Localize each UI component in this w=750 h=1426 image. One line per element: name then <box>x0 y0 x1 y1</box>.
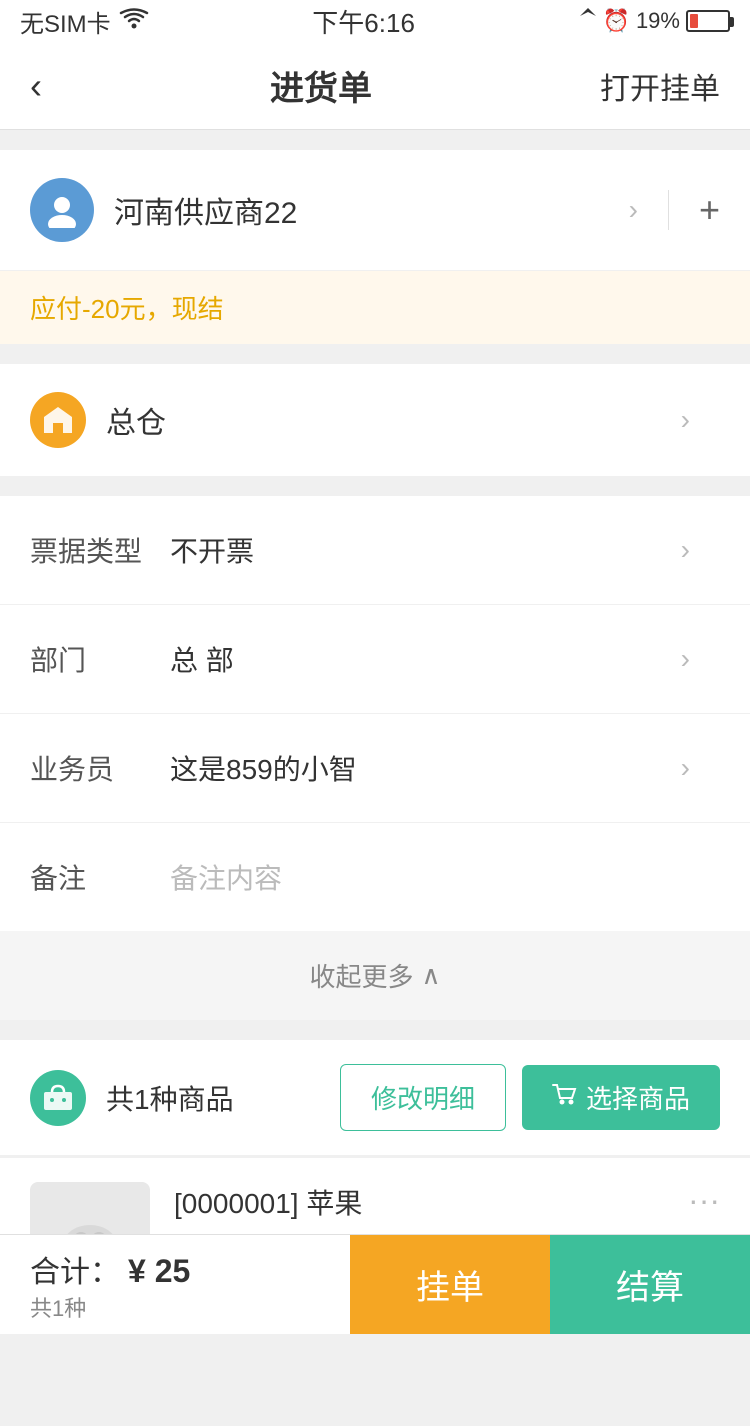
supplier-chevron-icon: › <box>629 194 638 226</box>
invoice-type-label: 票据类型 <box>30 530 170 570</box>
back-button[interactable]: ‹ <box>30 65 42 107</box>
alarm-icon: ⏰ <box>603 8 630 34</box>
status-bar: 无SIM卡 下午6:16 ⏰ 19% <box>0 0 750 42</box>
remark-row[interactable]: 备注 备注内容 <box>0 823 750 931</box>
open-hold-button[interactable]: 打开挂单 <box>600 64 720 108</box>
salesperson-value: 这是859的小智 <box>170 748 681 788</box>
invoice-type-value: 不开票 <box>170 530 681 570</box>
warehouse-icon <box>30 392 86 448</box>
collapse-icon: ∧ <box>421 960 440 991</box>
page-title: 进货单 <box>270 61 372 110</box>
total-label: 合计： <box>30 1247 120 1291</box>
product-name: [0000001] 苹果 <box>174 1182 688 1222</box>
collapse-text: 收起更多 <box>309 957 413 994</box>
divider-1 <box>0 130 750 150</box>
divider-2 <box>0 344 750 364</box>
select-product-button[interactable]: 选择商品 <box>522 1065 720 1130</box>
status-left: 无SIM卡 <box>20 4 149 39</box>
product-code: [0000001] <box>174 1188 299 1219</box>
battery-icon <box>686 10 730 32</box>
warning-text: 应付-20元，现结 <box>30 294 224 324</box>
remark-value: 备注内容 <box>170 857 720 897</box>
product-name-text: 苹果 <box>306 1188 362 1219</box>
nav-bar: ‹ 进货单 打开挂单 <box>0 42 750 130</box>
salesperson-row[interactable]: 业务员 这是859的小智 › <box>0 714 750 823</box>
add-supplier-button[interactable]: + <box>699 189 720 231</box>
checkout-button[interactable]: 结算 <box>550 1235 750 1334</box>
divider-4 <box>0 1020 750 1040</box>
product-header: 共1种商品 修改明细 选择商品 <box>0 1040 750 1155</box>
edit-detail-button[interactable]: 修改明细 <box>340 1064 506 1131</box>
supplier-avatar <box>30 178 94 242</box>
signal-text: 无SIM卡 <box>20 4 111 39</box>
warning-banner: 应付-20元，现结 <box>0 271 750 344</box>
select-product-label: 选择商品 <box>586 1079 690 1116</box>
salesperson-label: 业务员 <box>30 748 170 788</box>
status-time: 下午6:16 <box>312 3 415 40</box>
warehouse-section: 总仓 › <box>0 364 750 476</box>
salesperson-chevron-icon: › <box>681 752 690 784</box>
hold-button[interactable]: 挂单 <box>350 1235 550 1334</box>
remark-label: 备注 <box>30 857 170 897</box>
location-icon <box>579 7 597 35</box>
product-count: 共1种商品 <box>106 1078 340 1118</box>
supplier-divider <box>668 190 669 230</box>
form-section: 票据类型 不开票 › 部门 总 部 › 业务员 这是859的小智 › 备注 备注… <box>0 496 750 931</box>
department-row[interactable]: 部门 总 部 › <box>0 605 750 714</box>
department-value: 总 部 <box>170 639 681 679</box>
department-label: 部门 <box>30 639 170 679</box>
cart-icon <box>552 1082 578 1113</box>
supplier-name: 河南供应商22 <box>114 188 629 232</box>
invoice-chevron-icon: › <box>681 534 690 566</box>
invoice-type-row[interactable]: 票据类型 不开票 › <box>0 496 750 605</box>
wifi-icon <box>119 7 149 36</box>
warehouse-name: 总仓 <box>106 398 681 442</box>
supplier-section: 河南供应商22 › + 应付-20元，现结 <box>0 150 750 344</box>
status-right: ⏰ 19% <box>579 7 730 35</box>
total-amount: ¥ 25 <box>128 1253 190 1290</box>
product-menu-button[interactable]: ··· <box>688 1182 720 1219</box>
warehouse-row[interactable]: 总仓 › <box>0 364 750 476</box>
total-section: 合计： ¥ 25 共1种 <box>0 1235 350 1334</box>
supplier-row[interactable]: 河南供应商22 › + <box>0 150 750 271</box>
bottom-bar: 合计： ¥ 25 共1种 挂单 结算 <box>0 1234 750 1334</box>
department-chevron-icon: › <box>681 643 690 675</box>
warehouse-chevron-icon: › <box>681 404 690 436</box>
total-count: 共1种 <box>30 1291 320 1323</box>
battery-percent: 19% <box>636 8 680 34</box>
product-header-icon <box>30 1070 86 1126</box>
collapse-button[interactable]: 收起更多 ∧ <box>0 931 750 1020</box>
divider-3 <box>0 476 750 496</box>
